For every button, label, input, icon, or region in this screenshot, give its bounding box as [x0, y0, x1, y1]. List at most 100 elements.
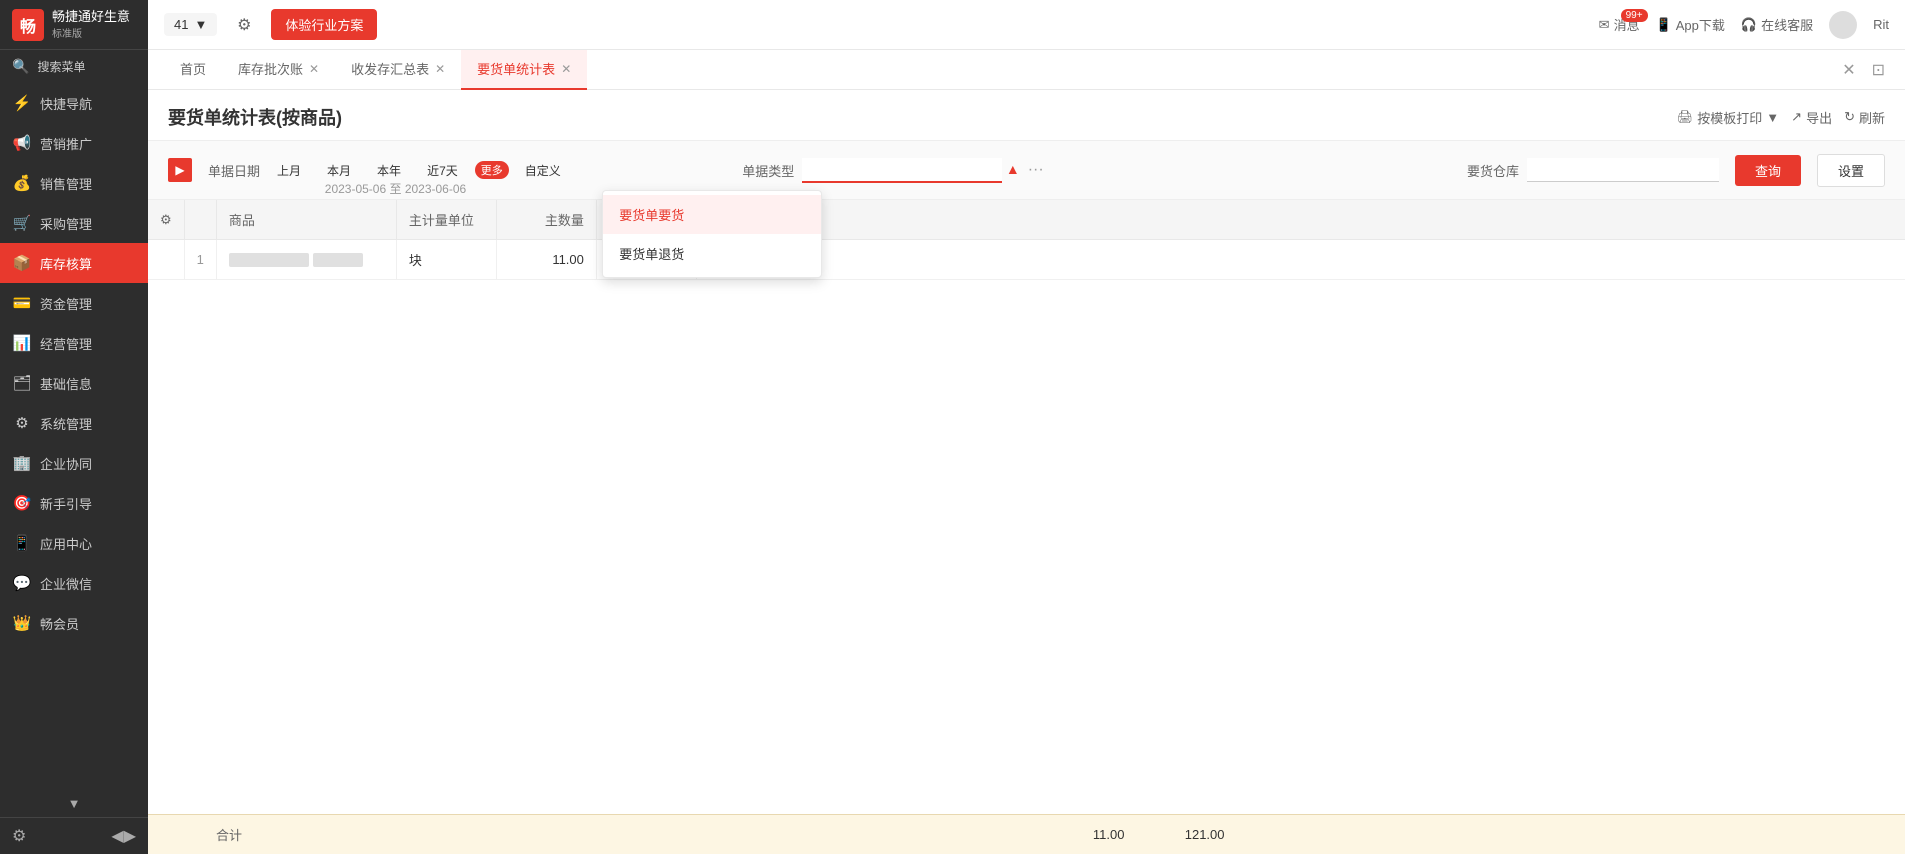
- search-icon: 🔍: [12, 58, 29, 75]
- filter-bar: ▶ 单据日期 上月 本月 本年 近7天 更多 自定义 2023-05-06 至 …: [148, 140, 1905, 200]
- topbar: 41 ▼ ⚙ 体验行业方案 ✉ 消息 99+ 📱 App下载 🎧 在线客服 Ri…: [148, 0, 1905, 50]
- topbar-right: ✉ 消息 99+ 📱 App下载 🎧 在线客服 Rit: [1599, 11, 1889, 39]
- table-header-row: ⚙ 商品 主计量单位 主数量 零售金额: [148, 200, 1905, 240]
- sidebar-item-purchase[interactable]: 🛒 采购管理: [0, 203, 148, 243]
- purchase-icon: 🛒: [12, 213, 32, 233]
- table-container: ⚙ 商品 主计量单位 主数量 零售金额 1: [148, 200, 1905, 280]
- page-content: 要货单统计表(按商品) 🖨 按模板打印 ▼ ↗ 导出 ↻ 刷新: [148, 90, 1905, 854]
- page-header: 要货单统计表(按商品) 🖨 按模板打印 ▼ ↗ 导出 ↻ 刷新: [148, 90, 1905, 140]
- username-label[interactable]: Rit: [1873, 17, 1889, 32]
- dropdown-item-order-goods[interactable]: 要货单要货: [603, 195, 821, 234]
- table-footer-wrapper: 合计 11.00 121.00: [148, 814, 1905, 854]
- td-unit: 块: [396, 240, 496, 280]
- tab-close-send-receive[interactable]: ✕: [435, 62, 445, 76]
- online-service-button[interactable]: 🎧 在线客服: [1741, 15, 1813, 34]
- export-button[interactable]: ↗ 导出: [1791, 108, 1832, 127]
- sidebar-item-guide[interactable]: 🎯 新手引导: [0, 483, 148, 523]
- sidebar-item-system[interactable]: ⚙ 系统管理: [0, 403, 148, 443]
- sidebar: 畅 畅捷通好生意 标准版 🔍 搜索菜单 ⚡ 快捷导航 📢 营销推广 💰 销售管理…: [0, 0, 148, 854]
- th-settings[interactable]: ⚙: [148, 200, 184, 240]
- product-cell: [229, 253, 384, 267]
- sidebar-item-app-center[interactable]: 📱 应用中心: [0, 523, 148, 563]
- th-product: 商品: [216, 200, 396, 240]
- sidebar-scroll-down[interactable]: ▼: [0, 790, 148, 817]
- user-avatar[interactable]: [1829, 11, 1857, 39]
- settings-button[interactable]: 设置: [1817, 154, 1885, 187]
- date-custom-btn[interactable]: 自定义: [517, 158, 569, 183]
- page-inner: 要货单统计表(按商品) 🖨 按模板打印 ▼ ↗ 导出 ↻ 刷新: [148, 90, 1905, 854]
- sidebar-nav: ⚡ 快捷导航 📢 营销推广 💰 销售管理 🛒 采购管理 📦 库存核算 💳 资金管…: [0, 83, 148, 790]
- logo-icon: 畅: [12, 9, 44, 41]
- sidebar-item-vip[interactable]: 👑 畅会员: [0, 603, 148, 643]
- date-range-display: 2023-05-06 至 2023-06-06: [325, 180, 466, 197]
- td-qty: 11.00: [496, 240, 596, 280]
- sidebar-item-enterprise[interactable]: 🏢 企业协同: [0, 443, 148, 483]
- topbar-left: 41 ▼ ⚙ 体验行业方案: [164, 9, 377, 40]
- wechat-icon: 💬: [12, 573, 32, 593]
- app-download-button[interactable]: 📱 App下载: [1656, 15, 1725, 34]
- marketing-icon: 📢: [12, 133, 32, 153]
- type-select-arrow[interactable]: ▲: [1006, 161, 1020, 177]
- tab-order-summary[interactable]: 要货单统计表 ✕: [461, 50, 587, 90]
- td-empty: [696, 240, 1905, 280]
- sidebar-item-quick-nav[interactable]: ⚡ 快捷导航: [0, 83, 148, 123]
- sidebar-item-operations[interactable]: 📊 经营管理: [0, 323, 148, 363]
- system-icon: ⚙: [12, 413, 32, 433]
- print-button[interactable]: 🖨 按模板打印 ▼: [1677, 108, 1779, 127]
- th-unit: 主计量单位: [396, 200, 496, 240]
- td-index: 1: [184, 240, 216, 280]
- th-index: [184, 200, 216, 240]
- type-select-input[interactable]: [802, 158, 1002, 183]
- topbar-gear-button[interactable]: ⚙: [229, 10, 259, 40]
- inventory-icon: 📦: [12, 253, 32, 273]
- operations-icon: 📊: [12, 333, 32, 353]
- refresh-button[interactable]: ↻ 刷新: [1844, 108, 1885, 127]
- settings-icon[interactable]: ⚙: [12, 826, 26, 846]
- tab-home[interactable]: 首页: [164, 50, 222, 90]
- table-footer: 合计 11.00 121.00: [148, 814, 1905, 854]
- tab-expand-icon[interactable]: ✕: [1838, 56, 1859, 84]
- sidebar-item-finance[interactable]: 💳 资金管理: [0, 283, 148, 323]
- mobile-icon: 📱: [1656, 17, 1672, 33]
- tabs-left: 首页 库存批次账 ✕ 收发存汇总表 ✕ 要货单统计表 ✕: [164, 50, 587, 90]
- page-actions: 🖨 按模板打印 ▼ ↗ 导出 ↻ 刷新: [1677, 108, 1885, 127]
- industry-button[interactable]: 体验行业方案: [271, 9, 377, 40]
- chevron-down-icon: ▼: [194, 17, 207, 32]
- sidebar-item-basic-info[interactable]: 🗂 基础信息: [0, 363, 148, 403]
- td-product: [216, 240, 396, 280]
- tab-send-receive[interactable]: 收发存汇总表 ✕: [335, 50, 461, 90]
- filter-toggle-button[interactable]: ▶: [168, 158, 192, 182]
- footer-label: 合计: [160, 825, 380, 844]
- tab-batch-account[interactable]: 库存批次账 ✕: [222, 50, 335, 90]
- footer-qty: 11.00: [1037, 827, 1137, 842]
- warehouse-input[interactable]: [1527, 158, 1719, 182]
- data-table: ⚙ 商品 主计量单位 主数量 零售金额 1: [148, 200, 1905, 280]
- sidebar-item-sales[interactable]: 💰 销售管理: [0, 163, 148, 203]
- store-selector[interactable]: 41 ▼: [164, 13, 217, 36]
- dropdown-item-order-return[interactable]: 要货单退货: [603, 234, 821, 273]
- logo-text: 畅捷通好生意 标准版: [52, 9, 130, 41]
- filter-more-icon[interactable]: ···: [1028, 161, 1044, 179]
- query-button[interactable]: 查询: [1735, 155, 1801, 186]
- tab-fullscreen-icon[interactable]: ⊡: [1868, 56, 1889, 84]
- tab-close-batch-account[interactable]: ✕: [309, 62, 319, 76]
- tab-bar: 首页 库存批次账 ✕ 收发存汇总表 ✕ 要货单统计表 ✕ ✕ ⊡: [148, 50, 1905, 90]
- guide-icon: 🎯: [12, 493, 32, 513]
- sidebar-item-inventory[interactable]: 📦 库存核算: [0, 243, 148, 283]
- collapse-icon[interactable]: ◀▶: [111, 826, 136, 846]
- footer-amount: 121.00: [1137, 827, 1237, 842]
- quick-nav-icon: ⚡: [12, 93, 32, 113]
- search-menu[interactable]: 🔍 搜索菜单: [0, 50, 148, 83]
- message-button[interactable]: ✉ 消息 99+: [1599, 15, 1640, 34]
- finance-icon: 💳: [12, 293, 32, 313]
- sidebar-item-marketing[interactable]: 📢 营销推广: [0, 123, 148, 163]
- table-body: 1 块 11.00: [148, 240, 1905, 280]
- sidebar-item-wechat[interactable]: 💬 企业微信: [0, 563, 148, 603]
- tab-close-order-summary[interactable]: ✕: [561, 62, 571, 76]
- date-btn-last-month[interactable]: 上月: [268, 157, 310, 184]
- date-hot-more[interactable]: 更多: [475, 161, 509, 179]
- type-dropdown-container: ▲ 要货单要货 要货单退货: [802, 158, 1019, 183]
- sidebar-bottom: ⚙ ◀▶: [0, 817, 148, 854]
- headset-icon: 🎧: [1741, 17, 1757, 33]
- td-settings: [148, 240, 184, 280]
